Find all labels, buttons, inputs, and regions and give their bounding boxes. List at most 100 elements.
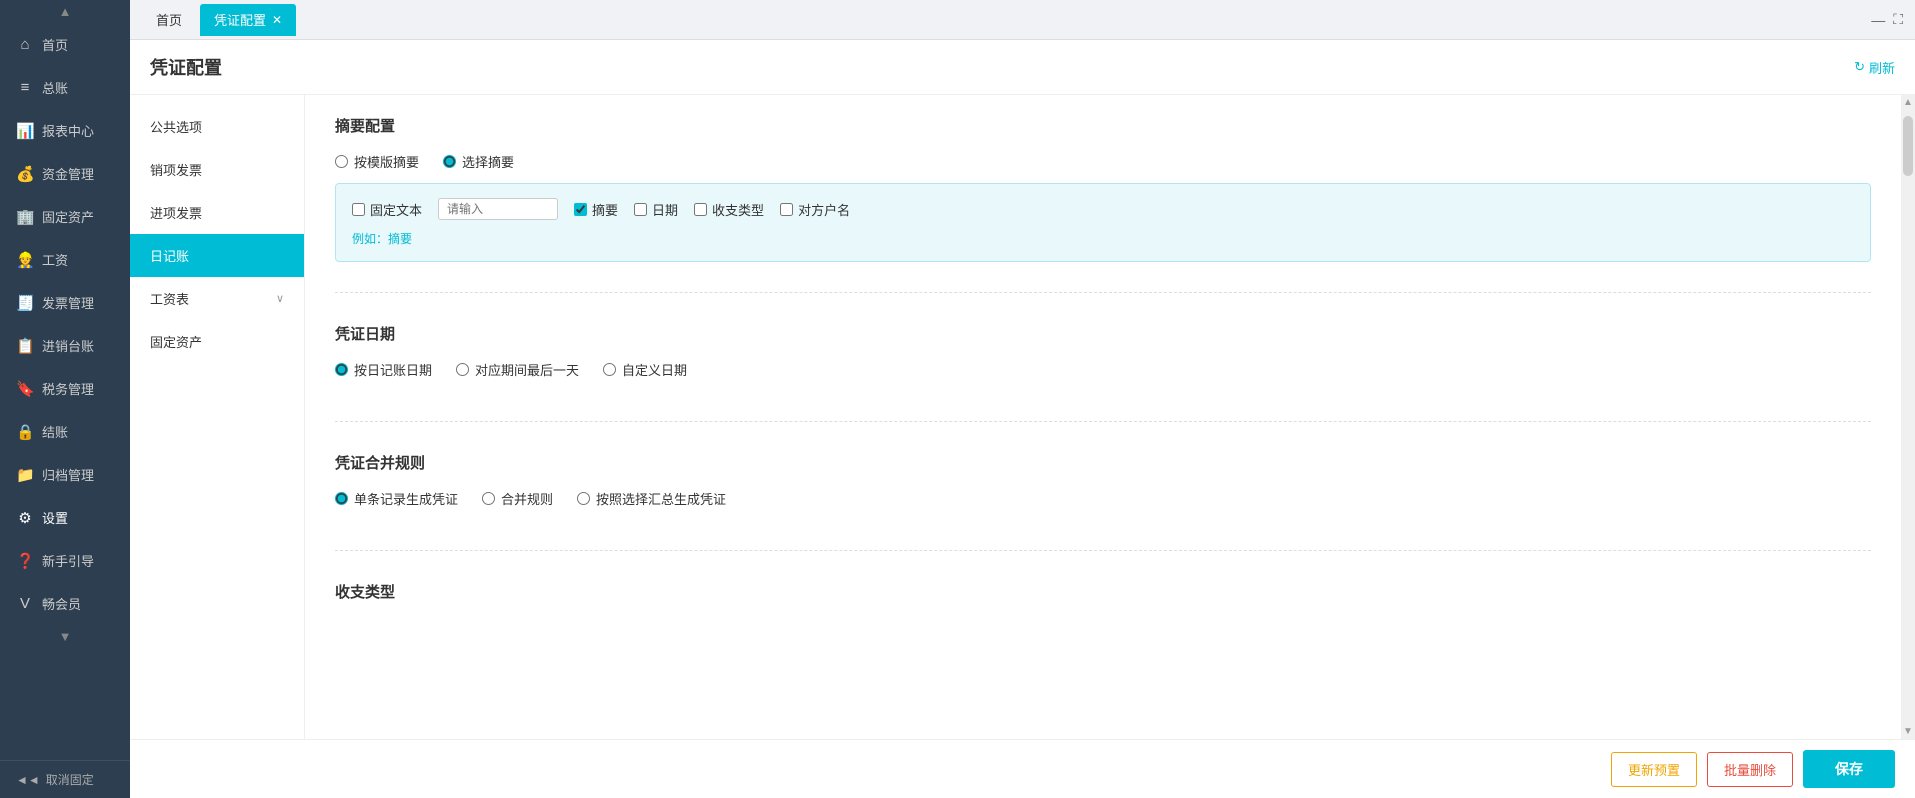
sidebar-item-ledger[interactable]: ≡ 总账 <box>0 66 130 109</box>
sidebar-item-tax[interactable]: 🔖 税务管理 <box>0 367 130 410</box>
radio-select-input[interactable] <box>443 155 456 168</box>
checkbox-summary[interactable]: 摘要 <box>574 200 618 219</box>
report-icon: 📊 <box>16 122 34 140</box>
summary-checkbox-row: 固定文本 摘要 日期 <box>352 198 1854 220</box>
sidebar-item-label: 发票管理 <box>42 293 94 312</box>
tab-voucher-label: 凭证配置 <box>214 10 266 29</box>
summary-checkbox[interactable] <box>574 203 587 216</box>
income-type-checkbox[interactable] <box>694 203 707 216</box>
sidebar-item-salary[interactable]: 👷 工资 <box>0 238 130 281</box>
sidebar-item-label: 结账 <box>42 422 68 441</box>
left-nav-public[interactable]: 公共选项 <box>130 105 304 148</box>
minimize-icon[interactable]: — <box>1871 12 1885 28</box>
scroll-down-arrow[interactable]: ▼ <box>1903 726 1913 737</box>
assets-icon: 🏢 <box>16 208 34 226</box>
invoice-icon: 🧾 <box>16 294 34 312</box>
page-header: 凭证配置 ↻ 刷新 <box>130 40 1915 95</box>
sidebar-item-fixed-assets[interactable]: 🏢 固定资产 <box>0 195 130 238</box>
sidebar-item-label: 进销台账 <box>42 336 94 355</box>
sidebar-item-label: 税务管理 <box>42 379 94 398</box>
fixed-text-input[interactable] <box>438 198 558 220</box>
update-preview-button[interactable]: 更新预置 <box>1611 752 1697 787</box>
left-nav-fixed-assets[interactable]: 固定资产 <box>130 320 304 363</box>
left-nav: 公共选项 销项发票 进项发票 日记账 工资表 ∨ 固定资产 <box>130 95 305 739</box>
left-nav-sales-invoice[interactable]: 销项发票 <box>130 148 304 191</box>
sidebar-item-label: 总账 <box>42 78 68 97</box>
tab-voucher-config[interactable]: 凭证配置 ✕ <box>200 4 296 36</box>
radio-select-summary[interactable]: 选择摘要 <box>443 152 514 171</box>
right-content: 摘要配置 按模版摘要 选择摘要 <box>305 95 1901 739</box>
checkbox-income-type[interactable]: 收支类型 <box>694 200 764 219</box>
save-button[interactable]: 保存 <box>1803 750 1895 788</box>
checkbox-date[interactable]: 日期 <box>634 200 678 219</box>
radio-summary-generate[interactable]: 按照选择汇总生成凭证 <box>577 489 726 508</box>
closing-icon: 🔒 <box>16 423 34 441</box>
counterparty-checkbox[interactable] <box>780 203 793 216</box>
sidebar-item-label: 固定资产 <box>42 207 94 226</box>
sidebar-scroll-down[interactable]: ▼ <box>0 625 130 648</box>
sidebar-item-label: 首页 <box>42 35 68 54</box>
radio-template-input[interactable] <box>335 155 348 168</box>
main-area: 首页 凭证配置 ✕ — ⛶ 凭证配置 ↻ 刷新 公共选项 <box>130 0 1915 798</box>
maximize-icon[interactable]: ⛶ <box>1893 11 1903 28</box>
sidebar-item-label: 工资 <box>42 250 68 269</box>
refresh-button[interactable]: ↻ 刷新 <box>1854 58 1895 77</box>
radio-summary-generate-input[interactable] <box>577 492 590 505</box>
batch-delete-button[interactable]: 批量删除 <box>1707 752 1793 787</box>
outer-scrollbar[interactable]: ▲ ▼ <box>1901 95 1915 739</box>
left-nav-journal[interactable]: 日记账 <box>130 234 304 277</box>
bottom-bar: 更新预置 批量删除 保存 <box>130 739 1915 798</box>
radio-template-summary[interactable]: 按模版摘要 <box>335 152 419 171</box>
sidebar-item-closing[interactable]: 🔒 结账 <box>0 410 130 453</box>
sidebar-item-label: 设置 <box>42 508 68 527</box>
radio-single[interactable]: 单条记录生成凭证 <box>335 489 458 508</box>
scroll-thumb <box>1903 116 1913 176</box>
radio-custom-date[interactable]: 自定义日期 <box>603 360 687 379</box>
merge-radio-group: 单条记录生成凭证 合并规则 按照选择汇总生成凭证 <box>335 489 1871 508</box>
fixed-text-checkbox[interactable] <box>352 203 365 216</box>
example-text: 例如：摘要 <box>352 230 1854 247</box>
date-section: 凭证日期 按日记账日期 对应期间最后一天 <box>335 323 1871 422</box>
radio-last-day-input[interactable] <box>456 363 469 376</box>
summary-config-box: 固定文本 摘要 日期 <box>335 183 1871 262</box>
date-checkbox[interactable] <box>634 203 647 216</box>
vip-icon: V <box>16 595 34 612</box>
sidebar-item-archive[interactable]: 📁 归档管理 <box>0 453 130 496</box>
sidebar-scroll-up[interactable]: ▲ <box>0 0 130 23</box>
checkbox-fixed-text[interactable]: 固定文本 <box>352 200 422 219</box>
settings-icon: ⚙ <box>16 509 34 527</box>
income-type-title: 收支类型 <box>335 581 1871 602</box>
tab-home[interactable]: 首页 <box>142 4 196 36</box>
income-type-section: 收支类型 <box>335 581 1871 648</box>
sidebar: ▲ ⌂ 首页 ≡ 总账 📊 报表中心 💰 资金管理 🏢 固定资产 👷 工资 🧾 … <box>0 0 130 798</box>
sidebar-item-reports[interactable]: 📊 报表中心 <box>0 109 130 152</box>
close-tab-icon[interactable]: ✕ <box>272 13 282 27</box>
radio-merge-rule[interactable]: 合并规则 <box>482 489 553 508</box>
radio-custom-date-input[interactable] <box>603 363 616 376</box>
sidebar-item-guide[interactable]: ❓ 新手引导 <box>0 539 130 582</box>
sidebar-unpin-button[interactable]: ◄◄ 取消固定 <box>0 760 130 798</box>
sidebar-item-label: 畅会员 <box>42 594 81 613</box>
sidebar-item-vip[interactable]: V 畅会员 <box>0 582 130 625</box>
scroll-up-arrow[interactable]: ▲ <box>1903 97 1913 108</box>
sidebar-item-invoice[interactable]: 🧾 发票管理 <box>0 281 130 324</box>
radio-merge-rule-input[interactable] <box>482 492 495 505</box>
sidebar-item-funds[interactable]: 💰 资金管理 <box>0 152 130 195</box>
archive-icon: 📁 <box>16 466 34 484</box>
radio-single-input[interactable] <box>335 492 348 505</box>
funds-icon: 💰 <box>16 165 34 183</box>
checkbox-counterparty[interactable]: 对方户名 <box>780 200 850 219</box>
radio-last-day[interactable]: 对应期间最后一天 <box>456 360 579 379</box>
date-radio-group: 按日记账日期 对应期间最后一天 自定义日期 <box>335 360 1871 379</box>
radio-journal-date-input[interactable] <box>335 363 348 376</box>
sidebar-item-home[interactable]: ⌂ 首页 <box>0 23 130 66</box>
tab-bar: 首页 凭证配置 ✕ — ⛶ <box>130 0 1915 40</box>
sidebar-item-settings[interactable]: ⚙ 设置 <box>0 496 130 539</box>
radio-journal-date[interactable]: 按日记账日期 <box>335 360 432 379</box>
left-nav-purchase-invoice[interactable]: 进项发票 <box>130 191 304 234</box>
date-section-title: 凭证日期 <box>335 323 1871 344</box>
pin-icon: ◄◄ <box>16 773 40 787</box>
content-area: 凭证配置 ↻ 刷新 公共选项 销项发票 进项发票 日记账 <box>130 40 1915 798</box>
left-nav-payroll[interactable]: 工资表 ∨ <box>130 277 304 320</box>
sidebar-item-purchase-sales[interactable]: 📋 进销台账 <box>0 324 130 367</box>
